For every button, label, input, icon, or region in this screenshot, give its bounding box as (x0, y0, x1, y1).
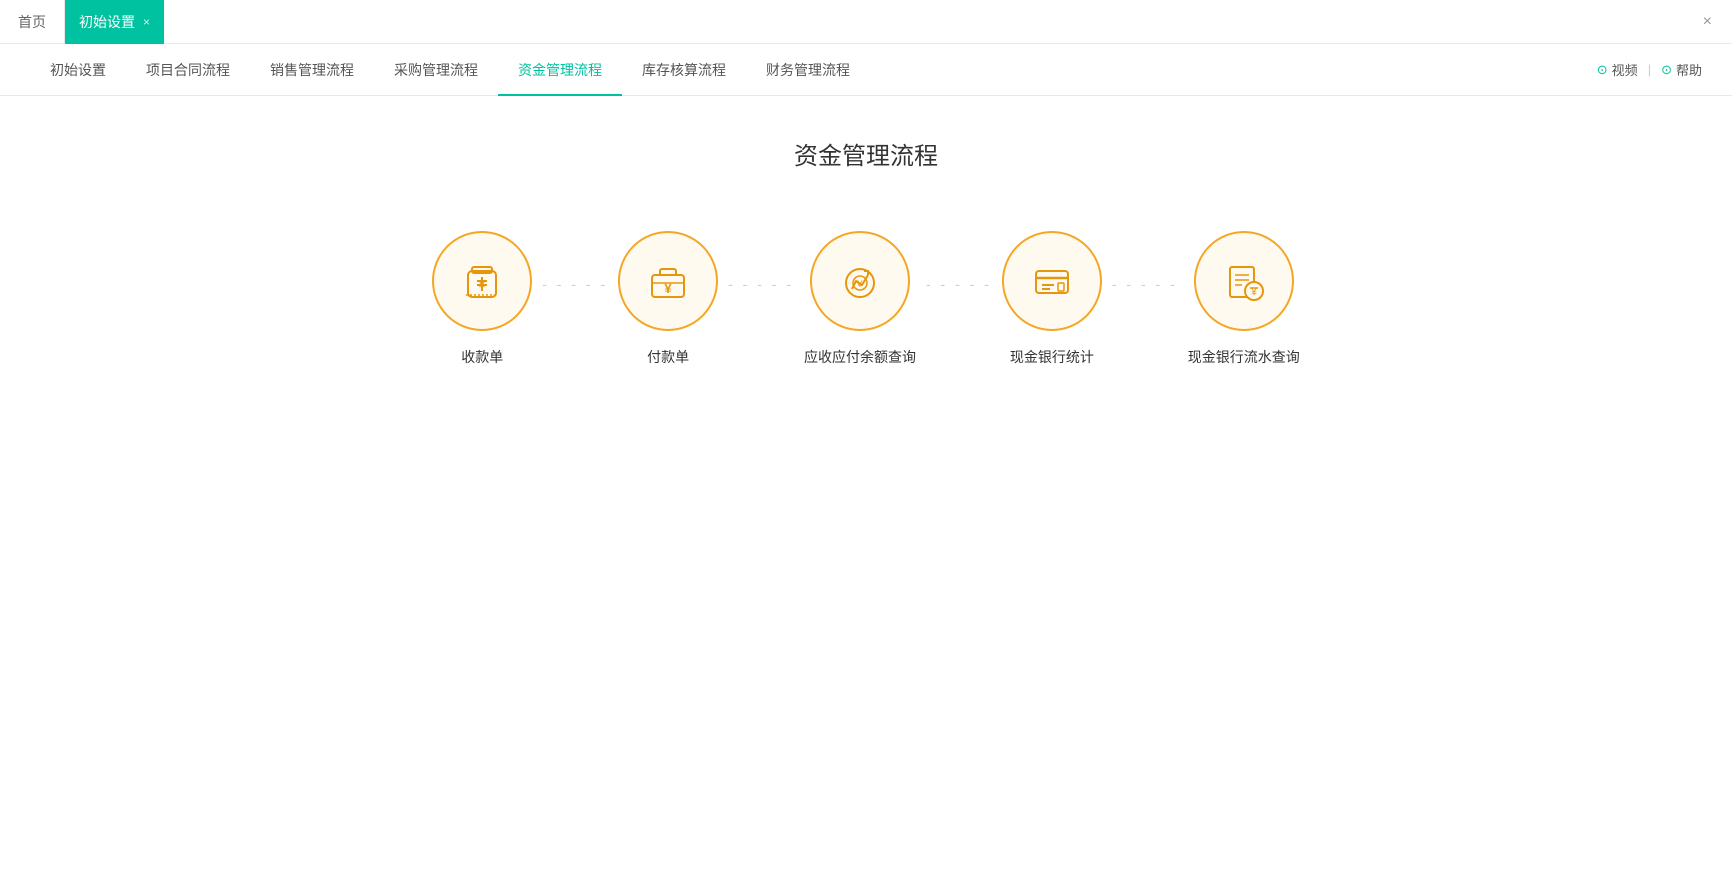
flow-circle-receipt: ¥ (432, 231, 532, 331)
help-label: 帮助 (1676, 60, 1702, 79)
connector-1: - - - - - (542, 276, 608, 322)
flow-circle-payment: ¥ (618, 231, 718, 331)
connector-3: - - - - - (926, 276, 992, 322)
dots-3: - - - - - (926, 276, 992, 292)
flow-label-balance: 应收应付余额查询 (804, 347, 916, 367)
dots-1: - - - - - (542, 276, 608, 292)
flow-item-balance[interactable]: ¥ 应收应付余额查询 (804, 231, 916, 367)
help-icon: ⊙ (1661, 62, 1672, 78)
flow-label-bank-flow: 现金银行流水查询 (1188, 347, 1300, 367)
help-link[interactable]: ⊙ 帮助 (1661, 60, 1702, 79)
nav-label-inventory: 库存核算流程 (642, 60, 726, 80)
flow-circle-balance: ¥ (810, 231, 910, 331)
nav-item-purchase[interactable]: 采购管理流程 (374, 44, 498, 96)
nav-item-inventory[interactable]: 库存核算流程 (622, 44, 746, 96)
flow-label-bank-stats: 现金银行统计 (1010, 347, 1094, 367)
nav-label-funds: 资金管理流程 (518, 60, 602, 80)
nav-item-funds[interactable]: 资金管理流程 (498, 44, 622, 96)
connector-4: - - - - - (1112, 276, 1178, 322)
svg-text:¥: ¥ (478, 278, 486, 292)
video-label: 视频 (1612, 60, 1638, 79)
main-content: 资金管理流程 ¥ 收款单 - - - - - (0, 96, 1732, 407)
nav-item-init[interactable]: 初始设置 (30, 44, 126, 96)
nav-label-purchase: 采购管理流程 (394, 60, 478, 80)
connector-2: - - - - - (728, 276, 794, 322)
flow-item-bank-stats[interactable]: 现金银行统计 (1002, 231, 1102, 367)
nav-item-finance[interactable]: 财务管理流程 (746, 44, 870, 96)
nav-divider: | (1648, 62, 1651, 77)
flow-circle-bank-flow: ¥ (1194, 231, 1294, 331)
nav-label-project: 项目合同流程 (146, 60, 230, 80)
flow-item-receipt[interactable]: ¥ 收款单 (432, 231, 532, 367)
nav-item-sales[interactable]: 销售管理流程 (250, 44, 374, 96)
nav-label-sales: 销售管理流程 (270, 60, 354, 80)
home-tab[interactable]: 首页 (0, 0, 65, 44)
close-tab-button[interactable]: × (143, 15, 150, 29)
svg-text:¥: ¥ (665, 281, 673, 296)
dots-2: - - - - - (728, 276, 794, 292)
dots-4: - - - - - (1112, 276, 1178, 292)
video-icon: ⊙ (1597, 62, 1608, 78)
nav-label-finance: 财务管理流程 (766, 60, 850, 80)
flow-label-payment: 付款单 (647, 347, 689, 367)
nav-right: ⊙ 视频 | ⊙ 帮助 (1597, 60, 1702, 79)
flow-label-receipt: 收款单 (461, 347, 503, 367)
active-tab[interactable]: 初始设置 × (65, 0, 164, 44)
nav-label-init: 初始设置 (50, 60, 106, 80)
nav-bar: 初始设置 项目合同流程 销售管理流程 采购管理流程 资金管理流程 库存核算流程 … (0, 44, 1732, 96)
home-label: 首页 (18, 12, 46, 32)
flow-container: ¥ 收款单 - - - - - ¥ 付款单 (0, 231, 1732, 367)
top-bar: 首页 初始设置 × × (0, 0, 1732, 44)
flow-circle-bank-stats (1002, 231, 1102, 331)
flow-item-payment[interactable]: ¥ 付款单 (618, 231, 718, 367)
svg-text:¥: ¥ (856, 279, 863, 289)
nav-item-project[interactable]: 项目合同流程 (126, 44, 250, 96)
active-tab-label: 初始设置 (79, 12, 135, 32)
video-link[interactable]: ⊙ 视频 (1597, 60, 1638, 79)
close-window-button[interactable]: × (1703, 13, 1712, 31)
page-title: 资金管理流程 (794, 136, 938, 171)
flow-item-bank-flow[interactable]: ¥ 现金银行流水查询 (1188, 231, 1300, 367)
